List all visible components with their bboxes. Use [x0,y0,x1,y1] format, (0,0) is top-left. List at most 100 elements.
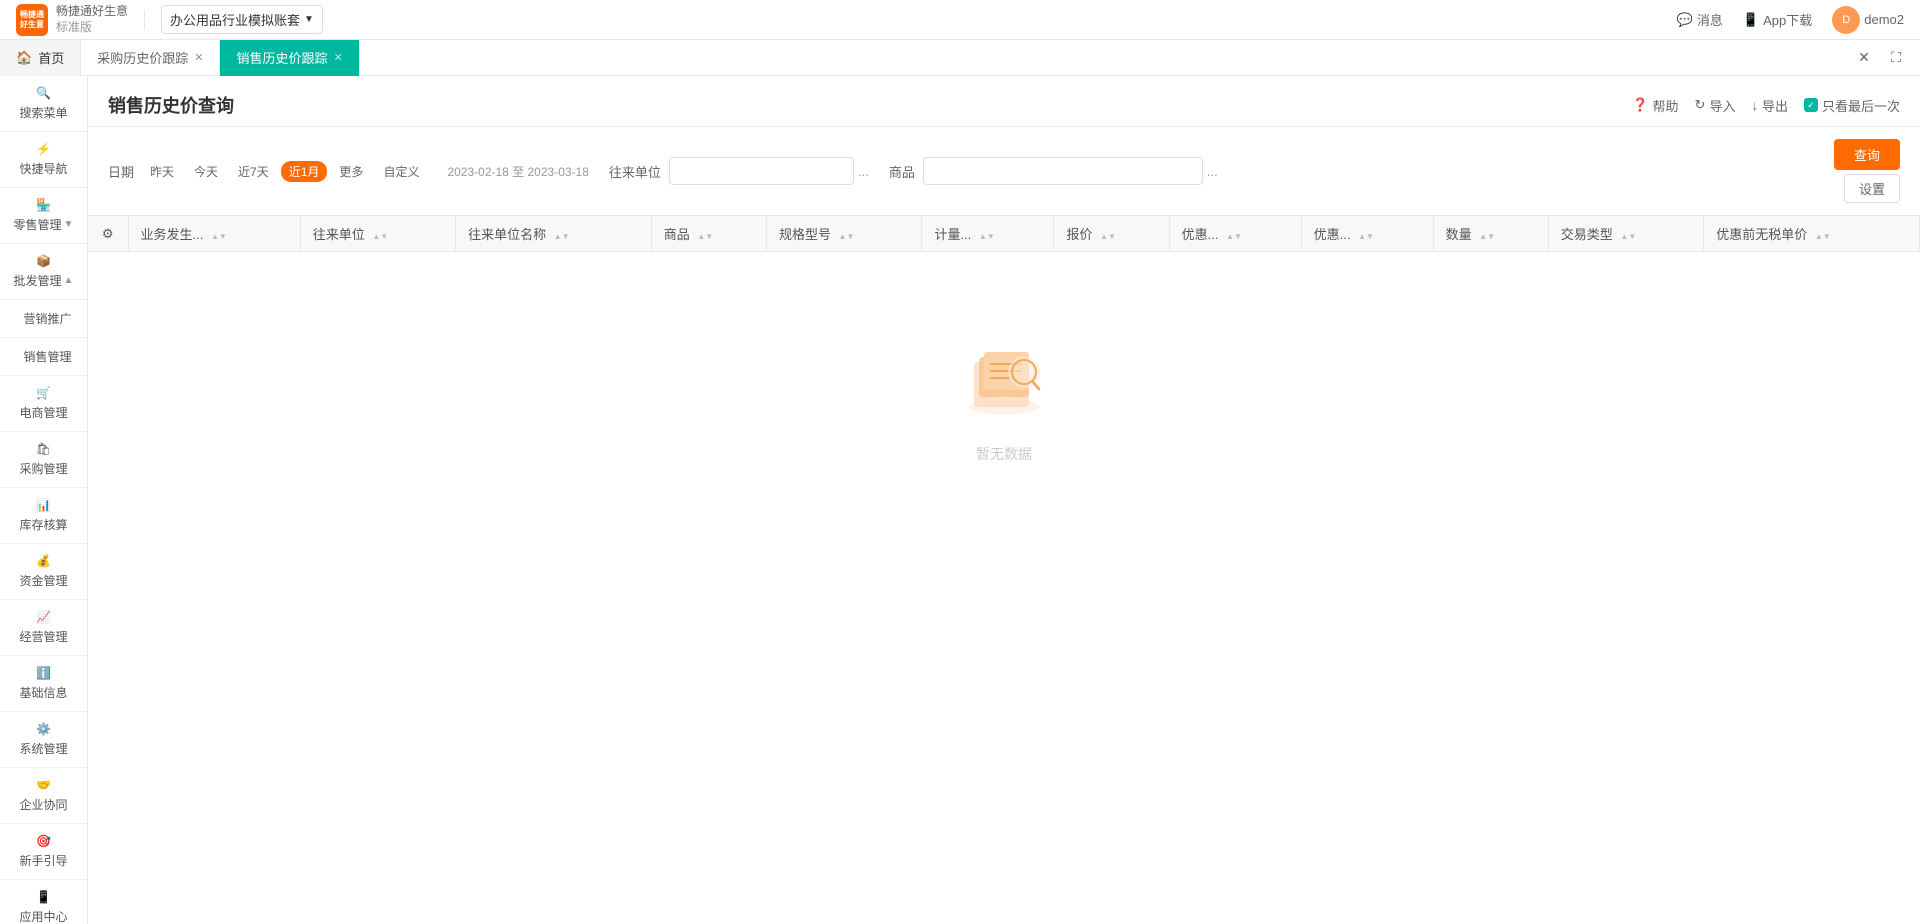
tab-purchase-close[interactable]: ✕ [194,51,203,64]
th-quote[interactable]: 报价 ▲▼ [1054,216,1169,252]
maximize-btn[interactable]: ⛶ [1884,46,1908,70]
tabbar: 🏠 首页 采购历史价跟踪 ✕ 销售历史价跟踪 ✕ ✕ ⛶ [0,40,1920,76]
th-discount2[interactable]: 优惠... ▲▼ [1301,216,1433,252]
tab-purchase[interactable]: 采购历史价跟踪 ✕ [81,40,220,76]
sort-icon-trade-type: ▲▼ [1620,233,1636,241]
sidebar-item-purchase-mgmt[interactable]: 🛍 采购管理 [0,432,87,488]
th-biz-date[interactable]: 业务发生... ▲▼ [128,216,300,252]
product-input-group: ... [923,157,1218,185]
sort-icon-partner-name: ▲▼ [554,233,570,241]
sidebar-item-operations[interactable]: 📈 经营管理 [0,600,87,656]
filter-bar: 日期 昨天 今天 近7天 近1月 更多 自定义 2023-02-18 至 202… [88,127,1920,216]
message-btn[interactable]: 💬 消息 [1677,10,1723,29]
chevron-down-icon: ▼ [304,14,314,25]
help-icon: ❓ [1632,97,1648,113]
page-header: 销售历史价查询 ❓ 帮助 ↻ 导入 ↓ 导出 ✓ 只看最后一次 [88,76,1920,127]
th-partner-code[interactable]: 往来单位 ▲▼ [300,216,455,252]
page-header-actions: ❓ 帮助 ↻ 导入 ↓ 导出 ✓ 只看最后一次 [1632,96,1900,115]
content-area: 销售历史价查询 ❓ 帮助 ↻ 导入 ↓ 导出 ✓ 只看最后一次 [88,76,1920,924]
partner-filter-group: 往来单位 ... [609,157,869,185]
th-pretax-price[interactable]: 优惠前无税单价 ▲▼ [1704,216,1920,252]
wholesale-icon: 📦 [36,254,51,268]
sidebar-item-basic-info[interactable]: ℹ️ 基础信息 [0,656,87,712]
partner-input-group: ... [669,157,869,185]
home-icon: 🏠 [16,50,32,66]
import-btn[interactable]: ↻ 导入 [1695,96,1736,115]
search-icon: 🔍 [36,86,51,100]
sidebar-item-shortcut[interactable]: ⚡ 快捷导航 [0,132,87,188]
th-discount1[interactable]: 优惠... ▲▼ [1169,216,1301,252]
inventory-icon: 📊 [36,498,51,512]
company-dropdown[interactable]: 办公用品行业模拟账套 ▼ [161,5,323,34]
sidebar-item-finance[interactable]: 💰 资金管理 [0,544,87,600]
settings-button[interactable]: 设置 [1844,174,1900,203]
user-profile[interactable]: D demo2 [1832,6,1904,34]
date-btn-custom[interactable]: 自定义 [375,161,427,182]
date-btn-today[interactable]: 今天 [186,161,226,182]
sort-icon-biz-date: ▲▼ [211,233,227,241]
partner-input[interactable] [669,157,854,185]
th-partner-name[interactable]: 往来单位名称 ▲▼ [456,216,652,252]
sidebar-item-enterprise[interactable]: 🤝 企业协同 [0,768,87,824]
close-tab-btn[interactable]: ✕ [1852,46,1876,70]
export-btn[interactable]: ↓ 导出 [1751,96,1788,115]
date-btn-1month[interactable]: 近1月 [281,161,328,182]
sort-icon-discount2: ▲▼ [1358,233,1374,241]
app-center-icon: 📱 [36,890,51,904]
sidebar-item-guide[interactable]: 🎯 新手引导 [0,824,87,880]
purchase-icon: 🛍 [36,442,51,456]
query-button[interactable]: 查询 [1834,139,1900,170]
th-product[interactable]: 商品 ▲▼ [651,216,766,252]
shortcut-icon: ⚡ [36,142,51,156]
th-spec[interactable]: 规格型号 ▲▼ [767,216,922,252]
data-table: ⚙ 业务发生... ▲▼ 往来单位 ▲▼ 往来单位名称 ▲▼ [88,216,1920,252]
date-btn-more[interactable]: 更多 [331,161,371,182]
import-icon: ↻ [1695,97,1706,113]
only-last-checkbox[interactable]: ✓ [1804,98,1818,112]
basic-info-icon: ℹ️ [36,666,51,680]
guide-icon: 🎯 [36,834,51,848]
operations-icon: 📈 [36,610,51,624]
th-gear[interactable]: ⚙ [88,216,128,252]
main-layout: 🔍 搜索菜单 ⚡ 快捷导航 🏪 零售管理 ▼ 📦 批发管理 ▲ 营销推广 销售管… [0,76,1920,924]
sidebar-item-retail[interactable]: 🏪 零售管理 ▼ [0,188,87,244]
tab-sales-close[interactable]: ✕ [333,51,342,64]
th-trade-type[interactable]: 交易类型 ▲▼ [1548,216,1703,252]
product-input[interactable] [923,157,1203,185]
sort-icon-partner-code: ▲▼ [372,233,388,241]
filter-right-actions: 查询 设置 [1834,139,1900,203]
sort-icon-spec: ▲▼ [839,233,855,241]
empty-icon [954,332,1054,432]
sidebar-item-marketing[interactable]: 营销推广 [0,300,87,338]
tab-sales[interactable]: 销售历史价跟踪 ✕ [220,40,359,76]
sort-icon-unit: ▲▼ [979,233,995,241]
partner-dots[interactable]: ... [858,164,869,179]
table-wrapper: ⚙ 业务发生... ▲▼ 往来单位 ▲▼ 往来单位名称 ▲▼ [88,216,1920,924]
sidebar-item-inventory[interactable]: 📊 库存核算 [0,488,87,544]
sidebar-item-system[interactable]: ⚙️ 系统管理 [0,712,87,768]
th-quantity[interactable]: 数量 ▲▼ [1433,216,1548,252]
only-last-btn[interactable]: ✓ 只看最后一次 [1804,96,1900,115]
app-download-btn[interactable]: 📱 App下载 [1743,10,1812,29]
retail-icon: 🏪 [36,198,51,212]
empty-illustration [954,332,1054,432]
date-filter-label: 日期 [108,162,134,181]
sidebar-item-app-center[interactable]: 📱 应用中心 [0,880,87,924]
th-unit[interactable]: 计量... ▲▼ [922,216,1054,252]
help-btn[interactable]: ❓ 帮助 [1632,96,1678,115]
wholesale-arrow: ▲ [64,275,74,286]
gear-icon: ⚙ [102,226,114,241]
date-btn-7days[interactable]: 近7天 [230,161,277,182]
product-dots[interactable]: ... [1207,164,1218,179]
finance-icon: 💰 [36,554,51,568]
tab-home[interactable]: 🏠 首页 [0,40,81,76]
message-icon: 💬 [1677,12,1693,28]
sort-icon-product: ▲▼ [697,233,713,241]
app-icon: 📱 [1743,12,1759,28]
topbar-right: 💬 消息 📱 App下载 D demo2 [1677,6,1904,34]
sidebar-item-wholesale[interactable]: 📦 批发管理 ▲ [0,244,87,300]
sidebar-item-search[interactable]: 🔍 搜索菜单 [0,76,87,132]
sidebar-item-ecommerce[interactable]: 🛒 电商管理 [0,376,87,432]
date-btn-yesterday[interactable]: 昨天 [142,161,182,182]
sidebar-item-sales-mgmt[interactable]: 销售管理 [0,338,87,376]
